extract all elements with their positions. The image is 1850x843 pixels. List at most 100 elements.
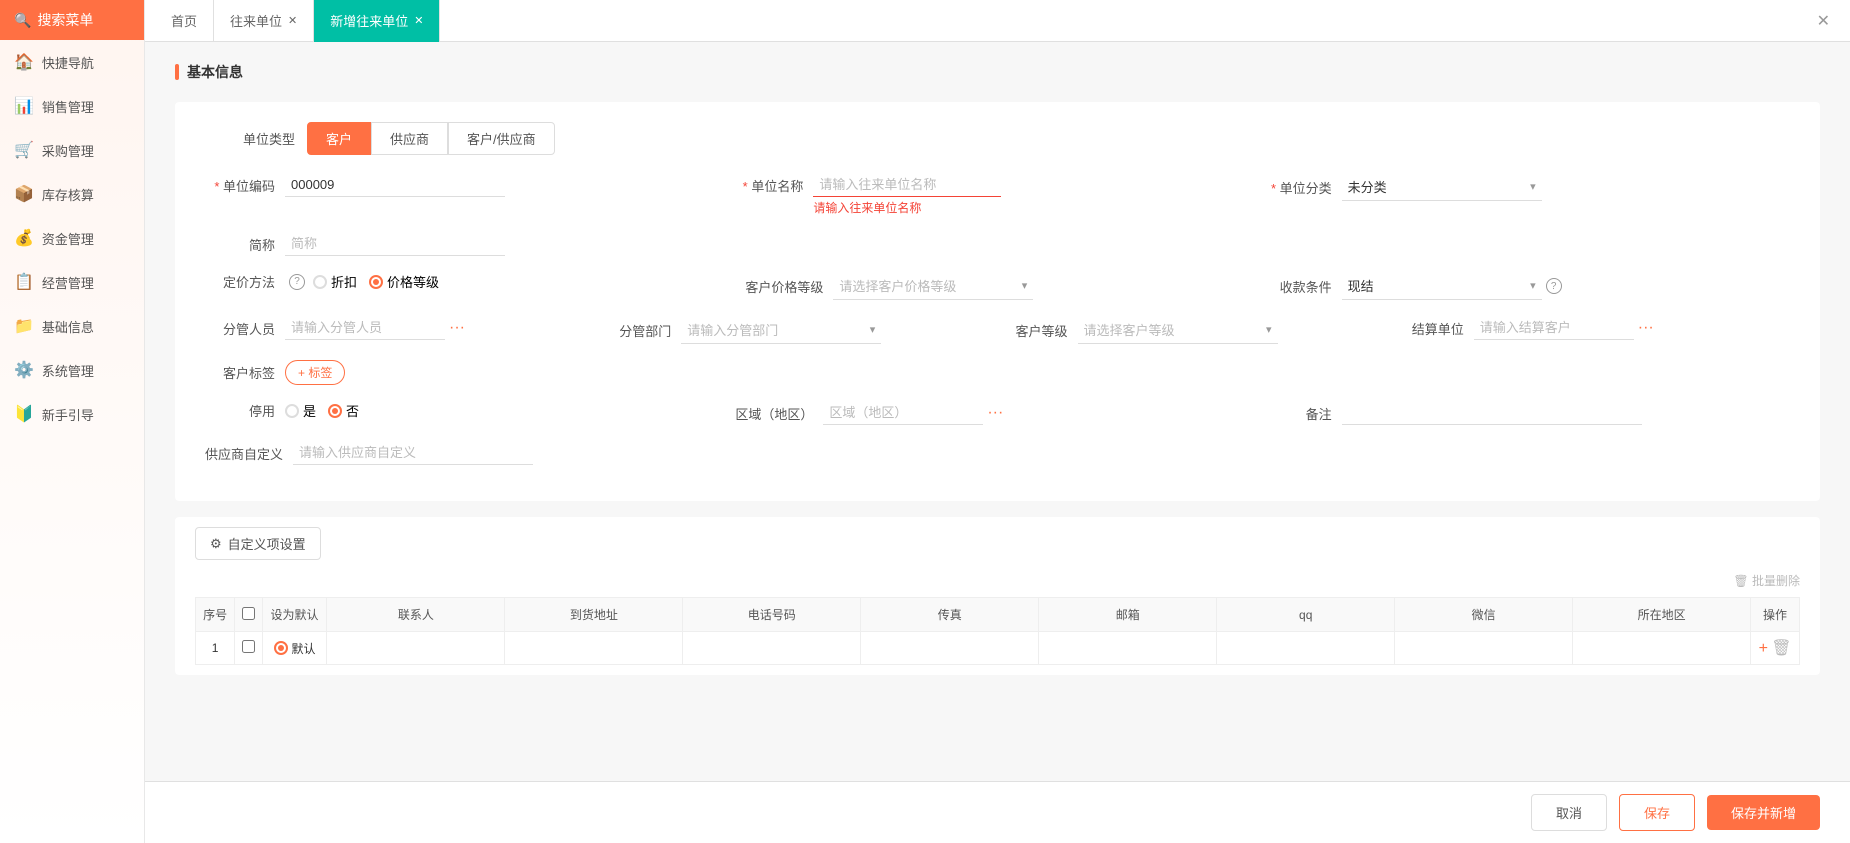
pricing-help-icon[interactable]: ? xyxy=(289,274,305,290)
form-area: 单位类型 客户 供应商 客户/供应商 单位编码 单位名称 请输 xyxy=(175,102,1820,501)
tab-contacts-close[interactable]: ✕ xyxy=(288,14,297,27)
sidebar-item-system[interactable]: ⚙️ 系统管理 xyxy=(0,348,144,392)
unit-name-input[interactable] xyxy=(813,173,1001,197)
manager-input[interactable] xyxy=(285,316,445,340)
row-contact-input[interactable] xyxy=(333,641,498,655)
field-group-unit-category: 单位分类 未分类 ▾ xyxy=(1262,173,1790,201)
customer-level-placeholder: 请选择客户等级 xyxy=(1084,320,1266,339)
settlement-unit-input[interactable] xyxy=(1474,316,1634,340)
row-wechat[interactable] xyxy=(1395,632,1573,665)
add-row-btn[interactable]: + xyxy=(1759,640,1768,657)
tab-contacts-label: 往来单位 xyxy=(230,11,282,30)
select-all-checkbox[interactable] xyxy=(242,607,255,620)
payment-terms-select[interactable]: 现结 ▾ xyxy=(1342,272,1542,300)
type-btn-customer[interactable]: 客户 xyxy=(307,122,371,155)
field-group-remarks: 备注 xyxy=(1262,401,1790,425)
row-delivery[interactable] xyxy=(505,632,683,665)
type-btn-both[interactable]: 客户/供应商 xyxy=(448,122,555,155)
tab-contacts[interactable]: 往来单位 ✕ xyxy=(214,0,314,42)
row-seq: 1 xyxy=(196,632,235,665)
short-name-input[interactable] xyxy=(285,232,505,256)
row-region[interactable] xyxy=(1573,632,1751,665)
sidebar: 🔍 搜索菜单 🏠 快捷导航 📊 销售管理 🛒 采购管理 📦 库存核算 💰 资金管… xyxy=(0,0,145,843)
region-input[interactable] xyxy=(823,401,983,425)
unit-name-label: 单位名称 xyxy=(733,176,813,195)
row-phone-input[interactable] xyxy=(689,641,854,655)
footer: 取消 保存 保存并新增 xyxy=(145,781,1850,843)
sidebar-item-purchase[interactable]: 🛒 采购管理 xyxy=(0,128,144,172)
radio-price-level-circle xyxy=(369,275,383,289)
custom-settings-btn[interactable]: ⚙ 自定义项设置 xyxy=(195,527,321,560)
row-qq-input[interactable] xyxy=(1223,641,1388,655)
supplier-custom-input[interactable] xyxy=(293,441,533,465)
sidebar-item-label: 经营管理 xyxy=(42,273,94,292)
field-group-supplier-custom: 供应商自定义 xyxy=(205,441,1790,465)
row-fax[interactable] xyxy=(861,632,1039,665)
radio-discount[interactable]: 折扣 xyxy=(313,272,357,291)
save-button[interactable]: 保存 xyxy=(1619,794,1695,831)
home-icon: 🏠 xyxy=(14,52,34,72)
sidebar-item-label: 系统管理 xyxy=(42,361,94,380)
settlement-unit-dots-btn[interactable]: ··· xyxy=(1634,319,1658,337)
unit-code-input[interactable] xyxy=(285,173,505,197)
sidebar-search[interactable]: 🔍 搜索菜单 xyxy=(0,0,144,40)
row-fax-input[interactable] xyxy=(867,641,1032,655)
tab-home[interactable]: 首页 xyxy=(155,0,214,42)
sidebar-item-base-info[interactable]: 📁 基础信息 xyxy=(0,304,144,348)
field-group-manager: 分管人员 ··· xyxy=(205,316,601,340)
customer-price-level-arrow: ▾ xyxy=(1022,279,1028,292)
sidebar-item-beginner[interactable]: 🔰 新手引导 xyxy=(0,392,144,436)
sidebar-item-sales[interactable]: 📊 销售管理 xyxy=(0,84,144,128)
sidebar-item-quick-nav[interactable]: 🏠 快捷导航 xyxy=(0,40,144,84)
row-qq[interactable] xyxy=(1217,632,1395,665)
form-row-7: 供应商自定义 xyxy=(205,441,1790,465)
row-region-input[interactable] xyxy=(1579,641,1744,655)
sidebar-item-label: 新手引导 xyxy=(42,405,94,424)
col-phone: 电话号码 xyxy=(683,598,861,632)
add-tag-btn[interactable]: + 标签 xyxy=(285,360,345,385)
row-wechat-input[interactable] xyxy=(1401,641,1566,655)
unit-category-select[interactable]: 未分类 ▾ xyxy=(1342,173,1542,201)
row-delivery-input[interactable] xyxy=(511,641,676,655)
field-group-region: 区域（地区） ··· xyxy=(733,401,1261,425)
short-name-label: 简称 xyxy=(205,235,285,254)
type-btn-supplier[interactable]: 供应商 xyxy=(371,122,448,155)
remarks-input[interactable] xyxy=(1342,401,1642,425)
col-wechat: 微信 xyxy=(1395,598,1573,632)
customer-price-level-select[interactable]: 请选择客户价格等级 ▾ xyxy=(833,272,1033,300)
tab-new-contact-close[interactable]: ✕ xyxy=(414,14,423,27)
tab-new-contact-label: 新增往来单位 xyxy=(330,11,408,30)
customer-level-select[interactable]: 请选择客户等级 ▾ xyxy=(1078,316,1278,344)
row-email-input[interactable] xyxy=(1045,641,1210,655)
save-new-button[interactable]: 保存并新增 xyxy=(1707,795,1820,830)
col-checkbox[interactable] xyxy=(235,598,263,632)
row-checkbox[interactable] xyxy=(235,632,263,665)
row-phone[interactable] xyxy=(683,632,861,665)
radio-disable-no[interactable]: 否 xyxy=(328,401,359,420)
row-select-checkbox[interactable] xyxy=(242,640,255,653)
sidebar-item-operations[interactable]: 📋 经营管理 xyxy=(0,260,144,304)
unit-category-value: 未分类 xyxy=(1348,177,1530,196)
col-action: 操作 xyxy=(1751,598,1800,632)
customer-price-level-placeholder: 请选择客户价格等级 xyxy=(839,276,1021,295)
radio-disable-yes[interactable]: 是 xyxy=(285,401,316,420)
radio-price-level[interactable]: 价格等级 xyxy=(369,272,439,291)
sidebar-item-inventory[interactable]: 📦 库存核算 xyxy=(0,172,144,216)
payment-help-icon[interactable]: ? xyxy=(1546,278,1562,294)
row-default[interactable]: 默认 xyxy=(262,632,327,665)
radio-discount-label: 折扣 xyxy=(331,272,357,291)
sidebar-item-finance[interactable]: 💰 资金管理 xyxy=(0,216,144,260)
row-default-radio[interactable] xyxy=(274,641,288,655)
tab-bar-close[interactable]: ✕ xyxy=(1807,11,1840,31)
supplier-custom-label: 供应商自定义 xyxy=(205,444,293,463)
department-select[interactable]: 请输入分管部门 ▾ xyxy=(681,316,881,344)
tab-new-contact[interactable]: 新增往来单位 ✕ xyxy=(314,0,440,42)
row-contact[interactable] xyxy=(327,632,505,665)
row-email[interactable] xyxy=(1039,632,1217,665)
del-row-btn[interactable]: 🗑 xyxy=(1771,640,1791,657)
form-row-4: 分管人员 ··· 分管部门 请输入分管部门 ▾ 客户等级 请选择客户等级 xyxy=(205,316,1790,344)
payment-terms-value: 现结 xyxy=(1348,276,1530,295)
region-dots-btn[interactable]: ··· xyxy=(983,404,1007,422)
manager-dots-btn[interactable]: ··· xyxy=(445,319,469,337)
cancel-button[interactable]: 取消 xyxy=(1531,794,1607,831)
